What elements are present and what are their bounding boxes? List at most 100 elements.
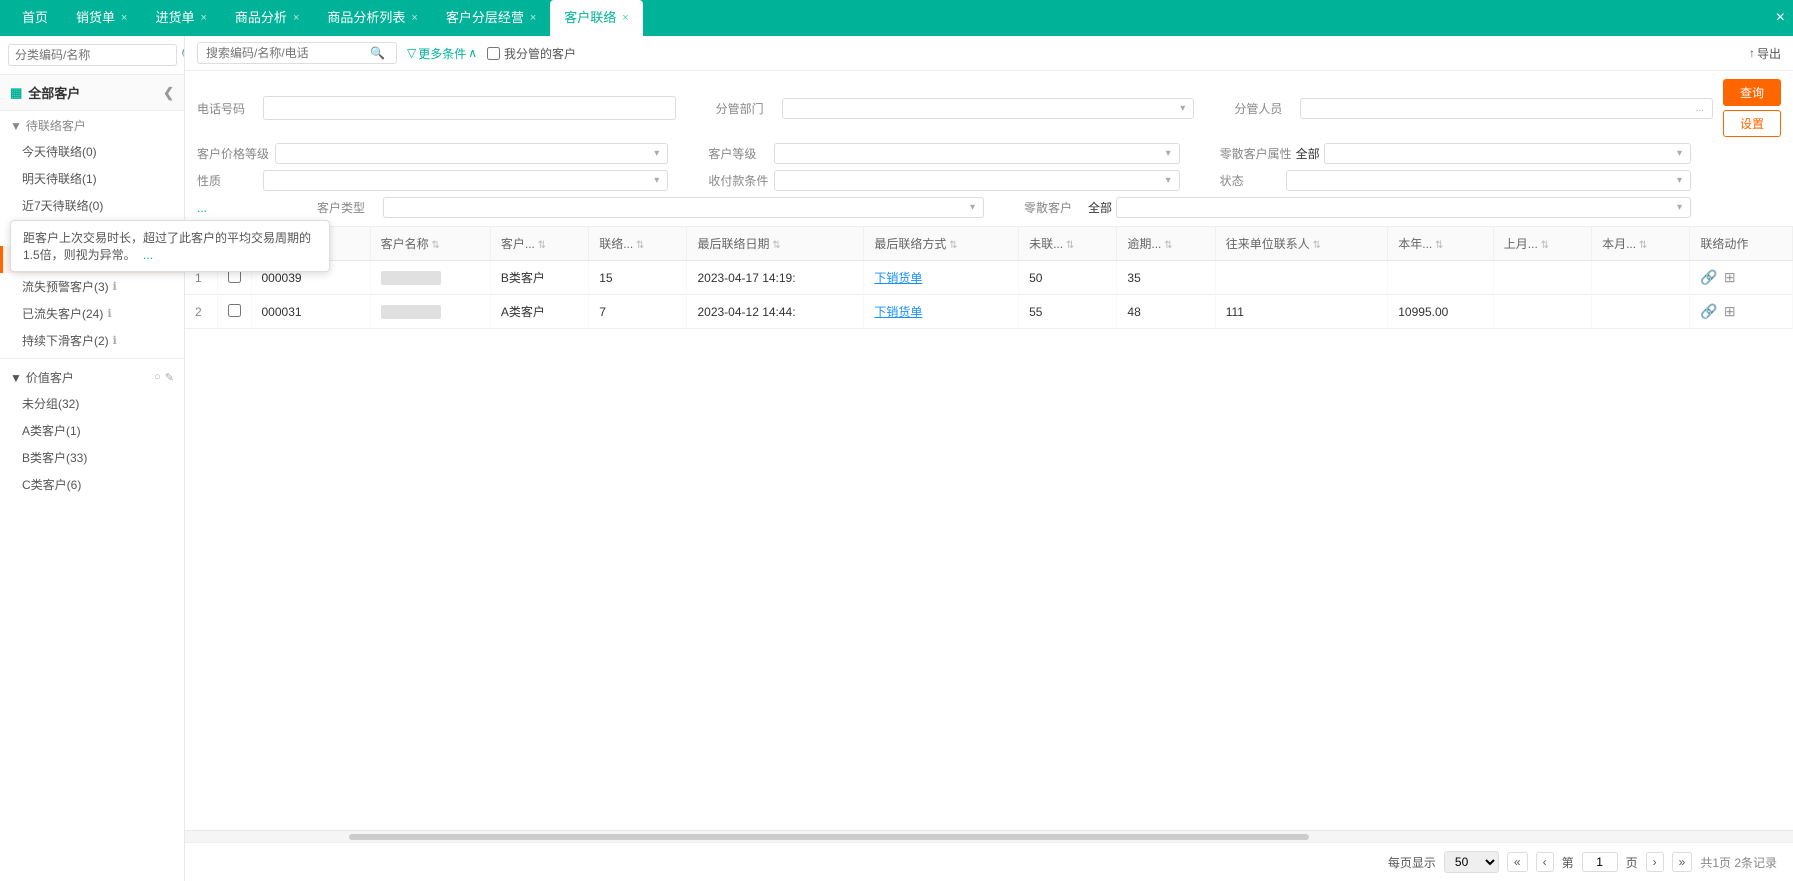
row-overdue-0: 35 [1117, 261, 1215, 295]
nav-sales[interactable]: 销货单 × [62, 0, 141, 36]
sidebar-group-waiting[interactable]: ▼ 待联络客户 [0, 111, 184, 138]
nav-purchase-close[interactable]: × [200, 0, 206, 36]
retail-attr-select[interactable]: ▾ [1324, 143, 1691, 164]
row-link-icon-1[interactable]: 🔗 [1700, 303, 1717, 320]
nav-analysis[interactable]: 商品分析 × [221, 0, 313, 36]
last-page-btn[interactable]: » [1672, 852, 1693, 872]
sidebar-item-churn-warning[interactable]: 流失预警客户(3) ℹ [0, 273, 184, 300]
retail-customer-value: 全部 [1088, 199, 1112, 216]
customer-type-select[interactable]: ▾ [383, 197, 984, 218]
row-last-date-0: 2023-04-17 14:19: [687, 261, 864, 295]
nav-customer-tier-close[interactable]: × [530, 0, 536, 36]
scrollbar-thumb[interactable] [349, 834, 1309, 840]
nav-purchase[interactable]: 进货单 × [141, 0, 220, 36]
ellipsis-text[interactable]: ... [197, 201, 207, 215]
first-page-btn[interactable]: « [1507, 852, 1528, 872]
sidebar-item-7days[interactable]: 近7天待联络(0) [0, 192, 184, 219]
this-month-sort-icon[interactable]: ⇅ [1636, 240, 1647, 251]
value-group-edit-icon[interactable]: ✎ [165, 371, 174, 384]
nav-customer-contact-close[interactable]: × [622, 0, 628, 36]
row-grid-icon-1[interactable]: ⊞ [1724, 303, 1736, 320]
sidebar-item-class-a[interactable]: A类客户(1) [0, 417, 184, 444]
nav-analysis-list[interactable]: 商品分析列表 × [313, 0, 431, 36]
nav-home-label: 首页 [22, 0, 48, 36]
row-grid-icon-0[interactable]: ⊞ [1724, 269, 1736, 286]
name-sort-icon[interactable]: ⇅ [429, 240, 440, 251]
my-customer-checkbox[interactable] [487, 47, 500, 60]
row-check-1[interactable] [217, 295, 251, 329]
sidebar-search-input[interactable] [8, 44, 177, 66]
row-last-method-0[interactable]: 下销货单 [864, 261, 1019, 295]
declining-info-icon: ℹ [113, 334, 117, 347]
top-nav: 首页 销货单 × 进货单 × 商品分析 × 商品分析列表 × 客户分层经营 × … [0, 0, 1793, 36]
chevron-down-icon: ∧ [468, 46, 477, 60]
sidebar-item-today[interactable]: 今天待联络(0) [0, 138, 184, 165]
sidebar-item-class-c[interactable]: C类客户(6) [0, 471, 184, 498]
nav-analysis-close[interactable]: × [293, 0, 299, 36]
filter-icon: ▽ [407, 46, 416, 60]
year-sort-icon[interactable]: ⇅ [1432, 240, 1443, 251]
contact-sort-icon[interactable]: ⇅ [633, 240, 644, 251]
search-input[interactable] [206, 46, 366, 60]
retail-customer-select[interactable]: ▾ [1116, 197, 1691, 218]
filter-row-2: 客户价格等级 ▾ 客户等级 ▾ 零散客户属性 [197, 143, 1781, 164]
next-page-btn[interactable]: › [1646, 852, 1664, 872]
export-button[interactable]: ↑ 导出 [1749, 45, 1781, 62]
sidebar-all-customers[interactable]: ▦ 全部客户 ❮ [0, 75, 184, 111]
nav-home[interactable]: 首页 [8, 0, 62, 36]
sidebar-item-ungroup[interactable]: 未分组(32) [0, 390, 184, 417]
customer-type-label: 客户类型 [317, 199, 377, 216]
settings-button[interactable]: 设置 [1723, 110, 1781, 137]
value-group-arrow: ▼ [10, 371, 22, 385]
more-filter-label: 更多条件 [418, 45, 466, 62]
my-customer-label: 我分管的客户 [504, 45, 576, 62]
overdue-sort-icon[interactable]: ⇅ [1161, 240, 1172, 251]
sidebar-collapse-btn[interactable]: ❮ [163, 85, 174, 101]
per-page-select[interactable]: 50 20 100 [1444, 851, 1499, 873]
filter-gender: 性质 ▾ [197, 170, 668, 191]
sidebar-item-declining[interactable]: 持续下滑客户(2) ℹ [0, 327, 184, 354]
more-filter-btn[interactable]: ▽ 更多条件 ∧ [407, 45, 477, 62]
my-customer-checkbox-label[interactable]: 我分管的客户 [487, 45, 576, 62]
sidebar-item-tomorrow[interactable]: 明天待联络(1) [0, 165, 184, 192]
page-input[interactable] [1582, 852, 1618, 872]
pagination: 每页显示 50 20 100 « ‹ 第 页 › » 共1页 2条记录 [185, 842, 1793, 881]
row-last-method-1[interactable]: 下销货单 [864, 295, 1019, 329]
phone-input[interactable] [263, 96, 676, 120]
contacts-person-sort-icon[interactable]: ⇅ [1310, 240, 1321, 251]
customer-level-select[interactable]: ▾ [774, 143, 1179, 164]
gender-select[interactable]: ▾ [263, 170, 668, 191]
query-button[interactable]: 查询 [1723, 79, 1781, 106]
payment-select[interactable]: ▾ [774, 170, 1179, 191]
nav-customer-tier[interactable]: 客户分层经营 × [432, 0, 550, 36]
search-icon[interactable]: 🔍 [370, 46, 385, 60]
per-page-label: 每页显示 [1388, 854, 1436, 871]
row-link-icon-0[interactable]: 🔗 [1700, 269, 1717, 286]
row-actions-1: 🔗 ⊞ [1690, 295, 1793, 329]
row-contact-count-1: 7 [589, 295, 687, 329]
prev-page-btn[interactable]: ‹ [1536, 852, 1554, 872]
status-label: 状态 [1220, 172, 1280, 189]
nav-close-window[interactable]: × [1776, 9, 1785, 27]
person-label: 分管人员 [1234, 100, 1294, 117]
dept-select[interactable]: ▾ [782, 98, 1195, 119]
sidebar-item-churned[interactable]: 已流失客户(24) ℹ [0, 300, 184, 327]
filter-row-4: ... 客户类型 ▾ 零散客户 全部 ▾ [197, 197, 1781, 218]
last-date-sort-icon[interactable]: ⇅ [770, 240, 781, 251]
retail-attr-value: 全部 [1296, 145, 1320, 162]
unlinked-sort-icon[interactable]: ⇅ [1063, 240, 1074, 251]
table-scrollbar[interactable] [185, 830, 1793, 842]
price-level-select[interactable]: ▾ [275, 143, 668, 164]
sidebar-item-class-b[interactable]: B类客户(33) [0, 444, 184, 471]
filter-payment: 收付款条件 ▾ [708, 170, 1179, 191]
nav-sales-close[interactable]: × [121, 0, 127, 36]
nav-customer-contact[interactable]: 客户联络 × [550, 0, 642, 36]
sidebar-value-group[interactable]: ▼ 价值客户 ○ ✎ [0, 363, 184, 390]
last-month-sort-icon[interactable]: ⇅ [1538, 240, 1549, 251]
page-suffix: 页 [1626, 854, 1638, 871]
type-sort-icon[interactable]: ⇅ [535, 240, 546, 251]
nav-analysis-list-close[interactable]: × [411, 0, 417, 36]
person-select[interactable]: ... [1300, 98, 1713, 119]
status-select[interactable]: ▾ [1286, 170, 1691, 191]
last-method-sort-icon[interactable]: ⇅ [946, 240, 957, 251]
